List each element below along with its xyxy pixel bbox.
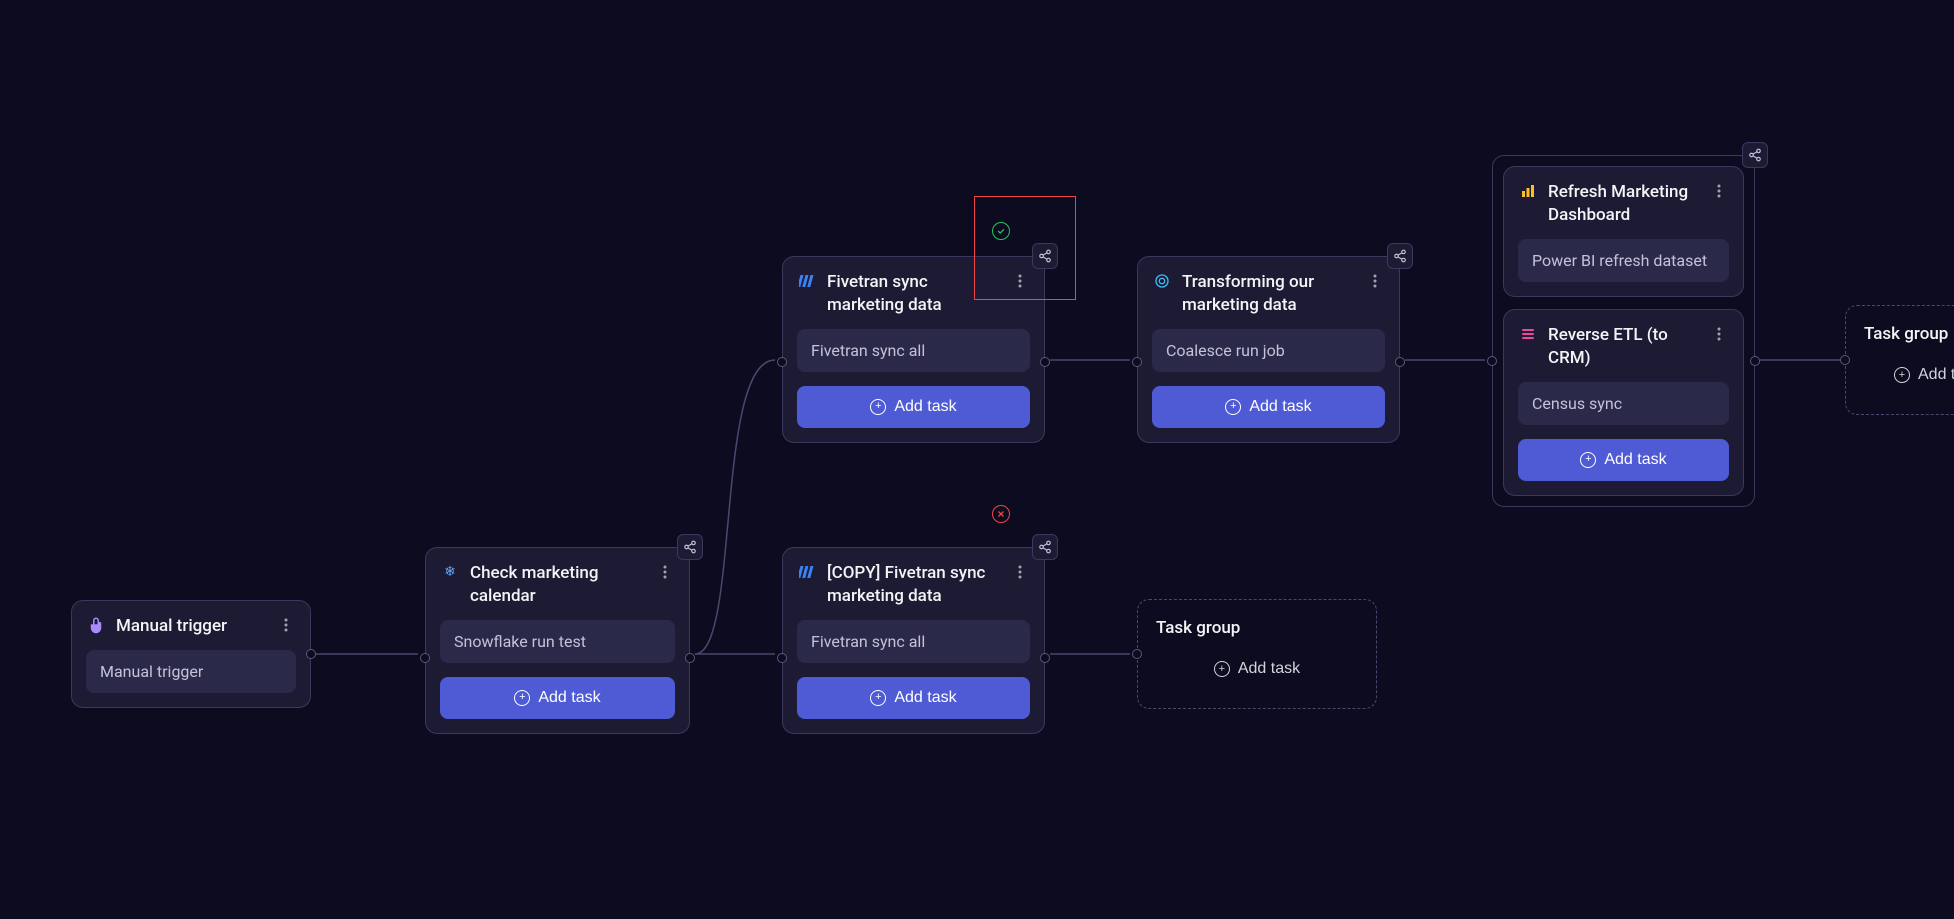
input-port[interactable] <box>1132 357 1142 367</box>
node-transforming[interactable]: Transforming our marketing data Coalesce… <box>1137 256 1400 443</box>
task-pill[interactable]: Census sync <box>1518 382 1729 425</box>
add-task-button[interactable]: + Add task <box>440 677 675 719</box>
task-pill[interactable]: Fivetran sync all <box>797 329 1030 372</box>
add-task-label: Add task <box>894 398 956 416</box>
node-task-group-1[interactable]: Task group + Add task <box>1137 599 1377 709</box>
node-check-calendar[interactable]: ❄ Check marketing calendar Snowflake run… <box>425 547 690 734</box>
more-icon[interactable] <box>1010 562 1030 582</box>
output-port[interactable] <box>306 649 316 659</box>
add-task-label: Add task <box>1249 398 1311 416</box>
plus-circle-icon: + <box>1580 452 1596 468</box>
node-title: Check marketing calendar <box>470 562 645 608</box>
node-task-group-2[interactable]: Task group + Add task <box>1845 305 1954 415</box>
node-refresh-dashboard[interactable]: Refresh Marketing Dashboard Power BI ref… <box>1503 166 1744 297</box>
fivetran-icon <box>797 271 817 291</box>
x-circle-icon <box>992 505 1010 523</box>
node-title: Refresh Marketing Dashboard <box>1548 181 1699 227</box>
input-port[interactable] <box>777 653 787 663</box>
add-task-label: Add task <box>894 689 956 707</box>
node-manual-trigger[interactable]: Manual trigger Manual trigger <box>71 600 311 708</box>
input-port[interactable] <box>1840 355 1850 365</box>
add-task-label: Add task <box>1604 451 1666 469</box>
node-reverse-etl[interactable]: Reverse ETL (to CRM) Census sync + Add t… <box>1503 309 1744 496</box>
plus-circle-icon: + <box>870 690 886 706</box>
task-pill[interactable]: Power BI refresh dataset <box>1518 239 1729 282</box>
task-pill[interactable]: Fivetran sync all <box>797 620 1030 663</box>
output-port[interactable] <box>1395 357 1405 367</box>
add-task-button[interactable]: + Add task <box>797 677 1030 719</box>
node-title: Reverse ETL (to CRM) <box>1548 324 1699 370</box>
add-task-button[interactable]: + Add task <box>1156 648 1358 690</box>
output-port[interactable] <box>1040 653 1050 663</box>
share-icon[interactable] <box>1742 142 1768 168</box>
share-icon[interactable] <box>677 534 703 560</box>
input-port[interactable] <box>777 357 787 367</box>
selection-box <box>974 196 1076 300</box>
node-title: [COPY] Fivetran sync marketing data <box>827 562 1000 608</box>
share-icon[interactable] <box>1032 534 1058 560</box>
plus-circle-icon: + <box>870 399 886 415</box>
node-title: Manual trigger <box>116 615 266 638</box>
input-port[interactable] <box>1132 649 1142 659</box>
add-task-button[interactable]: + Add task <box>1152 386 1385 428</box>
coalesce-icon <box>1152 271 1172 291</box>
plus-circle-icon: + <box>1214 661 1230 677</box>
plus-circle-icon: + <box>514 690 530 706</box>
add-task-button[interactable]: + Add task <box>1518 439 1729 481</box>
snowflake-icon: ❄ <box>440 562 460 582</box>
output-port[interactable] <box>1750 356 1760 366</box>
output-port[interactable] <box>685 653 695 663</box>
more-icon[interactable] <box>1709 181 1729 201</box>
more-icon[interactable] <box>1365 271 1385 291</box>
powerbi-icon <box>1518 181 1538 201</box>
add-task-label: Add task <box>1918 366 1954 384</box>
plus-circle-icon: + <box>1894 367 1910 383</box>
group-title: Task group <box>1156 618 1358 638</box>
task-pill[interactable]: Manual trigger <box>86 650 296 693</box>
add-task-label: Add task <box>1238 660 1300 678</box>
share-icon[interactable] <box>1387 243 1413 269</box>
census-icon <box>1518 324 1538 344</box>
fivetran-icon <box>797 562 817 582</box>
manual-trigger-icon <box>86 615 106 635</box>
more-icon[interactable] <box>655 562 675 582</box>
task-pill[interactable]: Snowflake run test <box>440 620 675 663</box>
node-title: Transforming our marketing data <box>1182 271 1355 317</box>
node-fivetran-copy[interactable]: [COPY] Fivetran sync marketing data Five… <box>782 547 1045 734</box>
output-port[interactable] <box>1040 357 1050 367</box>
plus-circle-icon: + <box>1225 399 1241 415</box>
input-port[interactable] <box>1487 356 1497 366</box>
input-port[interactable] <box>420 653 430 663</box>
add-task-button[interactable]: + Add task <box>797 386 1030 428</box>
more-icon[interactable] <box>276 615 296 635</box>
add-task-label: Add task <box>538 689 600 707</box>
group-title: Task group <box>1864 324 1954 344</box>
add-task-button[interactable]: + Add task <box>1864 354 1954 396</box>
more-icon[interactable] <box>1709 324 1729 344</box>
task-pill[interactable]: Coalesce run job <box>1152 329 1385 372</box>
node-right-column[interactable]: Refresh Marketing Dashboard Power BI ref… <box>1492 155 1755 507</box>
